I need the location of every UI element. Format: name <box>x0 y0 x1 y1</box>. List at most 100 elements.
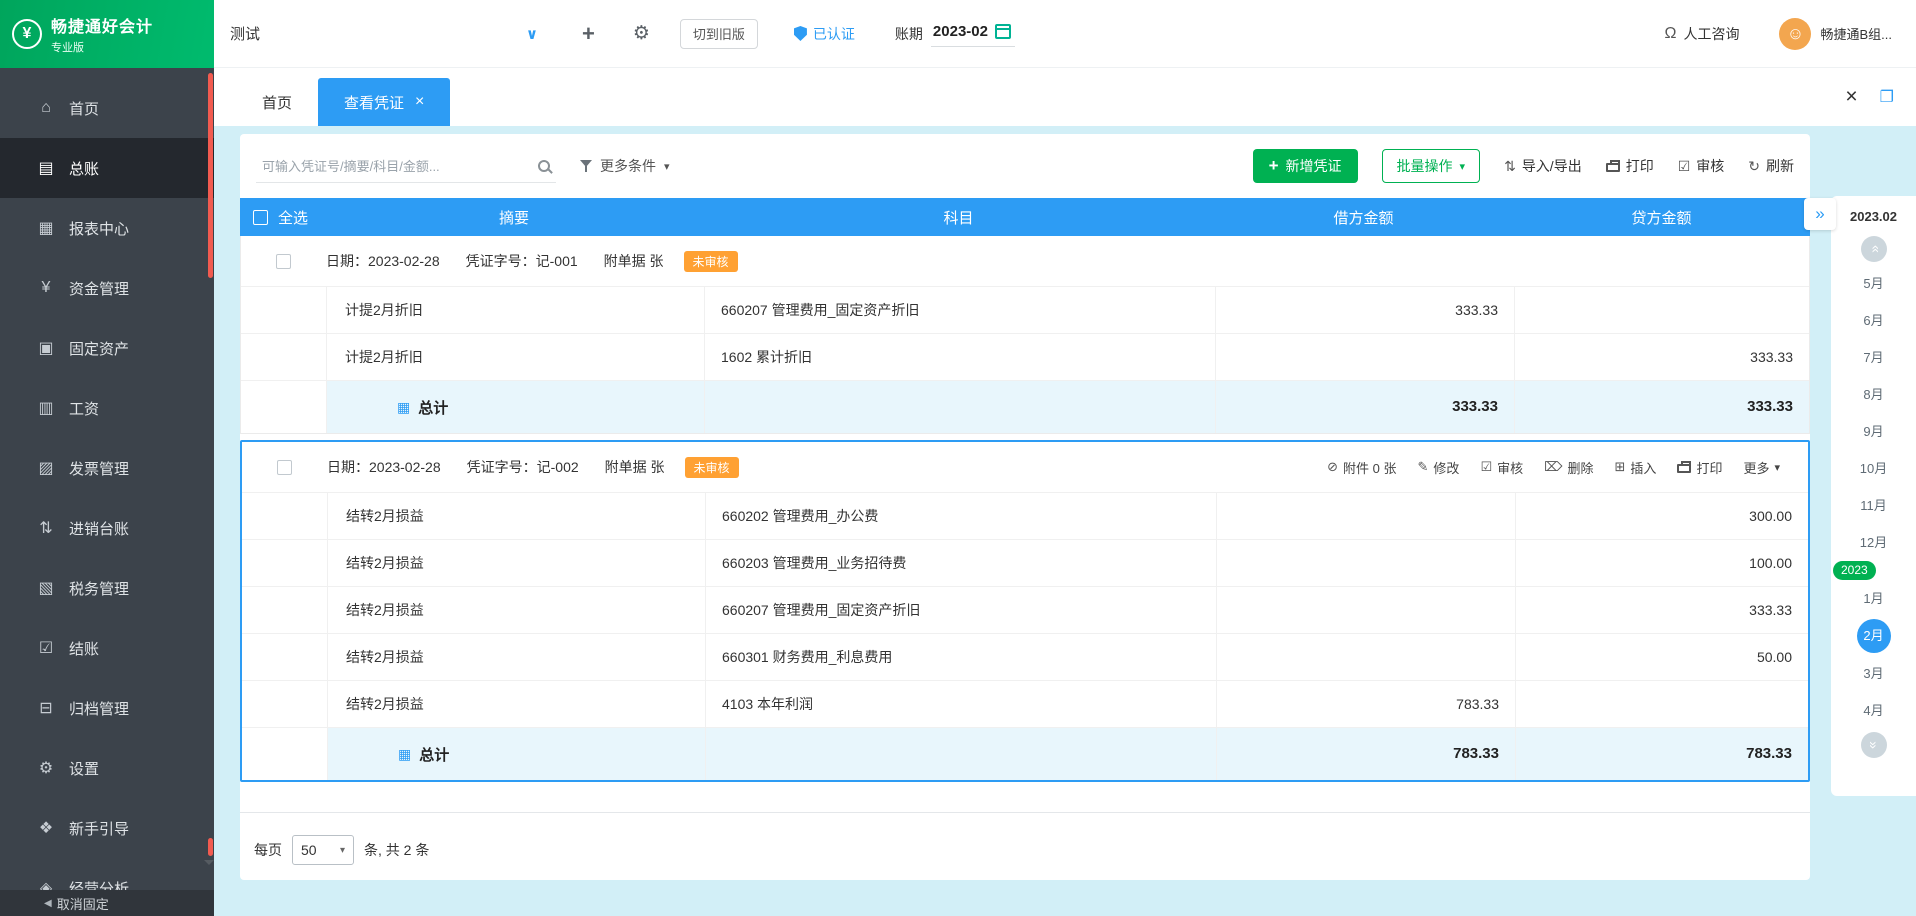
period-timeline: 2023.02 » 5月 6月 7月 8月 9月 10月 11月 12月 2023 1月 2月 3月 4… <box>1831 196 1916 796</box>
certified-badge[interactable]: 已认证 <box>793 24 855 44</box>
sidebar-item[interactable]: ▣ 固定资产 <box>0 318 214 378</box>
total-label: 总计 <box>419 746 450 764</box>
sidebar-item[interactable]: ☑ 结账 <box>0 618 214 678</box>
period-picker[interactable]: 2023-02 <box>930 20 1015 47</box>
shield-icon <box>793 26 807 41</box>
sidebar-item[interactable]: ◈ 经营分析 <box>0 858 214 890</box>
sidebar-item[interactable]: ▥ 工资 <box>0 378 214 438</box>
cell-debit <box>1215 334 1514 380</box>
sidebar-item[interactable]: ▤ 总账 <box>0 138 214 198</box>
add-voucher-button[interactable]: + 新增凭证 <box>1252 149 1358 183</box>
close-icon[interactable]: × <box>1845 85 1857 109</box>
voucher-entry-row[interactable]: 结转2月损益 660203 管理费用_业务招待费 100.00 <box>242 539 1808 586</box>
fullscreen-icon[interactable]: ❐ <box>1880 87 1894 107</box>
avatar[interactable]: ☺ <box>1779 17 1812 50</box>
sidebar-item[interactable]: ⇅ 进销台账 <box>0 498 214 558</box>
cell-summary: 结转2月损益 <box>327 681 705 727</box>
print-button[interactable]: 打印 <box>1605 156 1654 176</box>
voucher-header-row[interactable]: 日期：2023-02-28 凭证字号：记-001 附单据 张 未审核 <box>241 236 1809 286</box>
sidebar-item[interactable]: ▧ 税务管理 <box>0 558 214 618</box>
cell-account: 4103 本年利润 <box>705 681 1216 727</box>
import-export-button[interactable]: ⇅ 导入/导出 <box>1504 156 1582 176</box>
pagination: 每页 50 ▾ 条, 共 2 条 <box>240 813 1810 865</box>
timeline-month[interactable]: 10月 <box>1831 450 1916 487</box>
voucher-entry-row[interactable]: 结转2月损益 660202 管理费用_办公费 300.00 <box>242 492 1808 539</box>
sidebar-item[interactable]: ¥ 资金管理 <box>0 258 214 318</box>
audit-button[interactable]: ☑ 审核 <box>1678 156 1725 176</box>
sidebar-item[interactable]: ▦ 报表中心 <box>0 198 214 258</box>
voucher-list: 日期：2023-02-28 凭证字号：记-001 附单据 张未审核 计提2月折旧 660… <box>240 236 1810 782</box>
accounting-period[interactable]: 账期 2023-02 <box>895 20 1015 47</box>
gear-icon[interactable]: ⚙ <box>633 22 650 45</box>
cell-account: 660202 管理费用_办公费 <box>705 493 1216 539</box>
close-tab-icon[interactable]: × <box>415 93 424 111</box>
insert-link[interactable]: ⊞ 插入 <box>1615 458 1657 477</box>
more-link[interactable]: 更多 ▾ <box>1743 458 1780 477</box>
closing-icon: ☑ <box>38 640 54 657</box>
select-all-cell: 全选 <box>240 207 325 228</box>
edit-link[interactable]: ✎ 修改 <box>1418 458 1460 477</box>
refresh-button[interactable]: ↻ 刷新 <box>1748 156 1794 176</box>
timeline-month[interactable]: 3月 <box>1831 655 1916 692</box>
timeline-month[interactable]: 4月 <box>1831 692 1916 729</box>
tab-home[interactable]: 首页 <box>236 78 318 126</box>
tab-view-voucher[interactable]: 查看凭证 × <box>318 78 451 126</box>
support-button[interactable]: Ω 人工咨询 <box>1665 24 1740 44</box>
voucher-search-input[interactable]: 可输入凭证号/摘要/科目/金额... <box>256 149 556 183</box>
collapse-timeline-button[interactable]: » <box>1804 198 1836 230</box>
timeline-month[interactable]: 8月 <box>1831 376 1916 413</box>
timeline-month[interactable]: 11月 <box>1831 487 1916 524</box>
timeline-month[interactable]: 1月 <box>1831 580 1916 617</box>
search-icon[interactable] <box>538 159 550 172</box>
timeline-month[interactable]: 2月 <box>1856 619 1891 653</box>
delete-link[interactable]: ⌦ 删除 <box>1544 458 1593 477</box>
batch-operations-button[interactable]: 批量操作 ▾ <box>1381 149 1481 183</box>
voucher-entry-row[interactable]: 计提2月折旧 660207 管理费用_固定资产折旧 333.33 <box>241 286 1809 333</box>
voucher-entry-row[interactable]: 结转2月损益 660301 财务费用_利息费用 50.00 <box>242 633 1808 680</box>
more-filters-button[interactable]: 更多条件 ▾ <box>580 156 670 176</box>
sidebar-scrollbar-segment[interactable] <box>208 838 213 856</box>
account-set-selector[interactable]: 测试 ∨ <box>224 23 544 44</box>
timeline-month[interactable]: 7月 <box>1831 339 1916 376</box>
timeline-scroll-down-icon[interactable]: » <box>1860 732 1887 758</box>
sidebar-scroll-down-icon <box>204 860 214 870</box>
switch-old-version-button[interactable]: 切到旧版 <box>679 18 758 49</box>
sidebar-item-label: 资金管理 <box>69 280 130 298</box>
column-header-credit: 贷方金额 <box>1631 209 1692 227</box>
user-name[interactable]: 畅捷通B组... <box>1820 24 1892 43</box>
timeline-month[interactable]: 9月 <box>1831 413 1916 450</box>
voucher-header-row[interactable]: 日期：2023-02-28 凭证字号：记-002 附单据 张 未审核 ⊘ 附件 0 张 ✎ 修… <box>242 442 1808 492</box>
timeline-scroll-up-icon[interactable]: » <box>1860 236 1887 262</box>
sidebar-item[interactable]: ❖ 新手引导 <box>0 798 214 858</box>
voucher-entry-row[interactable]: 结转2月损益 4103 本年利润 783.33 <box>242 680 1808 727</box>
print-link[interactable]: 打印 <box>1677 458 1722 477</box>
page-size-select[interactable]: 50 ▾ <box>292 835 354 865</box>
timeline-month[interactable]: 6月 <box>1831 302 1916 339</box>
chevron-down-icon: ▾ <box>1774 461 1780 474</box>
audit-link[interactable]: ☑ 审核 <box>1480 458 1523 477</box>
timeline-year-badge: 2023 <box>1833 561 1876 580</box>
timeline-month[interactable]: 5月 <box>1831 265 1916 302</box>
batch-operations-label: 批量操作 <box>1396 158 1453 174</box>
select-all-checkbox[interactable] <box>253 209 268 225</box>
voucher-checkbox[interactable] <box>276 253 291 269</box>
timeline-months: 5月 6月 7月 8月 9月 10月 11月 12月 2023 1月 2月 3月 4月 <box>1831 265 1916 729</box>
attachment-link[interactable]: ⊘ 附件 0 张 <box>1327 458 1396 477</box>
sidebar-scrollbar-thumb[interactable] <box>208 73 213 278</box>
chevron-down-icon: ∨ <box>525 25 538 43</box>
trash-icon: ⌦ <box>1544 459 1563 474</box>
insert-icon: ⊞ <box>1614 459 1626 474</box>
sidebar-item[interactable]: ⌂ 首页 <box>0 78 214 138</box>
workspace: 可输入凭证号/摘要/科目/金额... 更多条件 ▾ + 新增凭证 批量操作 ▾ … <box>214 126 1916 916</box>
voucher-entry-row[interactable]: 计提2月折旧 1602 累计折旧 333.33 <box>241 333 1809 380</box>
sidebar-item-label: 发票管理 <box>69 460 130 478</box>
voucher-entry-row[interactable]: 结转2月损益 660207 管理费用_固定资产折旧 333.33 <box>242 586 1808 633</box>
sidebar-item[interactable]: ⊟ 归档管理 <box>0 678 214 738</box>
unpin-sidebar-button[interactable]: ◀ 取消固定 <box>0 890 214 916</box>
sidebar-item[interactable]: ⚙ 设置 <box>0 738 214 798</box>
sidebar-item[interactable]: ▨ 发票管理 <box>0 438 214 498</box>
timeline-month[interactable]: 12月 <box>1831 524 1916 561</box>
voucher-checkbox[interactable] <box>277 459 292 475</box>
cell-summary: 结转2月损益 <box>327 540 705 586</box>
add-icon[interactable]: + <box>582 21 595 47</box>
